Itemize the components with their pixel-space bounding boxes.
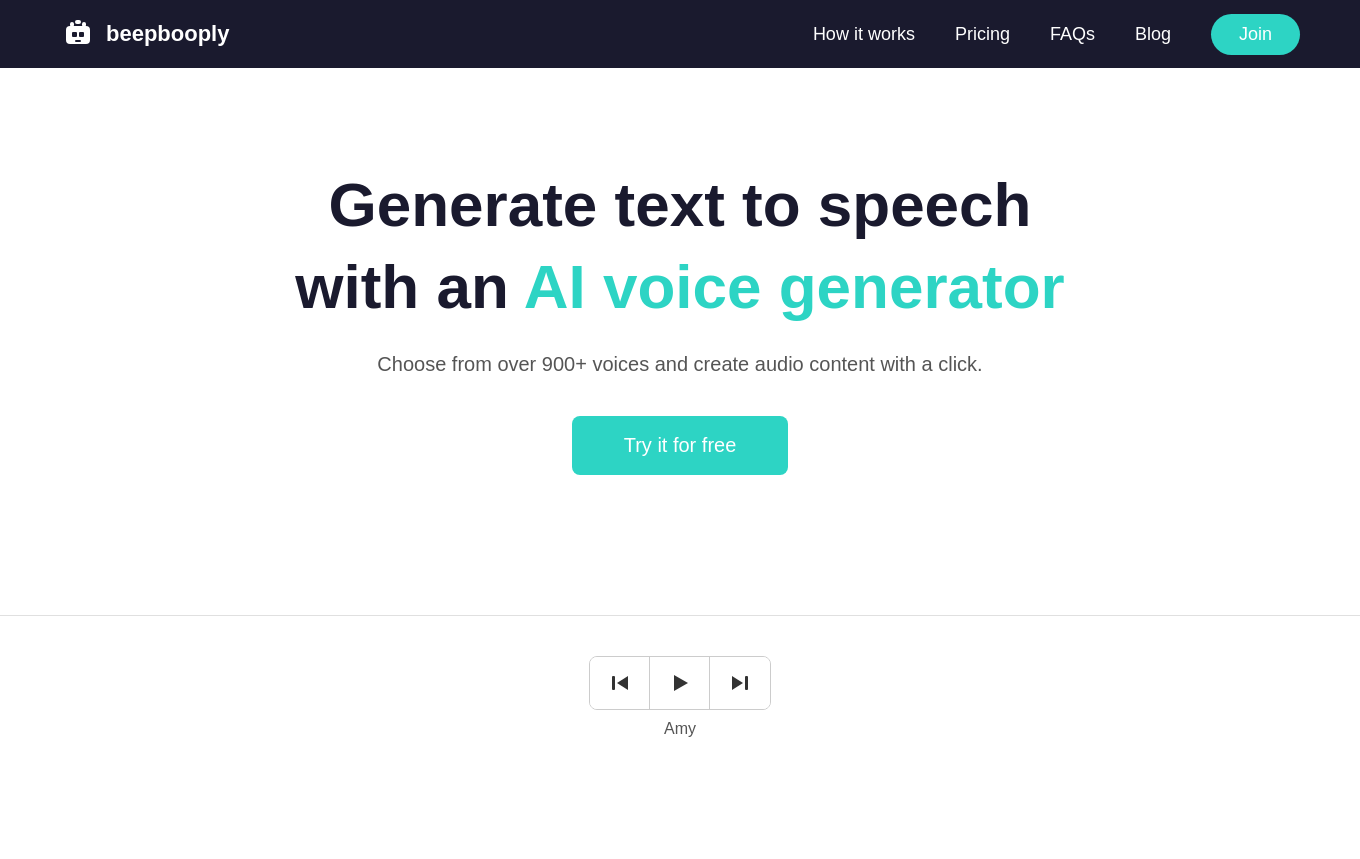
nav-how-it-works[interactable]: How it works <box>813 24 915 45</box>
svg-marker-10 <box>732 676 743 690</box>
nav-pricing[interactable]: Pricing <box>955 24 1010 45</box>
hero-subtitle: Choose from over 900+ voices and create … <box>20 353 1340 376</box>
svg-marker-9 <box>674 675 688 691</box>
features-illustration <box>80 818 580 859</box>
join-button[interactable]: Join <box>1211 14 1300 55</box>
logo-link[interactable]: beepbooply <box>60 16 229 52</box>
player-section: Amy <box>0 615 1360 758</box>
illustration-svg <box>80 838 580 859</box>
svg-rect-5 <box>82 22 86 27</box>
navbar: beepbooply How it works Pricing FAQs Blo… <box>0 0 1360 68</box>
player-play-button[interactable] <box>650 657 710 709</box>
logo-text: beepbooply <box>106 21 229 47</box>
hero-section: Generate text to speech with an AI voice… <box>0 68 1360 758</box>
svg-rect-11 <box>745 676 748 690</box>
player-skip-forward-button[interactable] <box>710 657 770 709</box>
play-icon <box>669 672 691 694</box>
hero-title-prefix: with an <box>295 252 523 321</box>
nav-blog[interactable]: Blog <box>1135 24 1171 45</box>
hero-title-accent: AI voice generator <box>524 252 1065 321</box>
voice-label: Amy <box>664 720 696 738</box>
logo-robot-icon <box>60 16 96 52</box>
skip-forward-icon <box>729 672 751 694</box>
hero-title-line2: with an AI voice generator <box>20 250 1340 324</box>
svg-rect-8 <box>612 676 615 690</box>
svg-rect-3 <box>75 40 81 42</box>
svg-rect-6 <box>75 20 81 24</box>
hero-cta-button[interactable]: Try it for free <box>572 416 789 475</box>
skip-back-icon <box>609 672 631 694</box>
svg-rect-2 <box>79 32 84 37</box>
svg-rect-4 <box>70 22 74 27</box>
svg-rect-1 <box>72 32 77 37</box>
hero-title-line1: Generate text to speech <box>20 168 1340 242</box>
svg-marker-7 <box>617 676 628 690</box>
player-skip-back-button[interactable] <box>590 657 650 709</box>
features-section: Realistic voices Use cutting-edge AI voi… <box>0 758 1360 859</box>
nav-links: How it works Pricing FAQs Blog Join <box>813 14 1300 55</box>
player-controls <box>589 656 771 710</box>
nav-faqs[interactable]: FAQs <box>1050 24 1095 45</box>
